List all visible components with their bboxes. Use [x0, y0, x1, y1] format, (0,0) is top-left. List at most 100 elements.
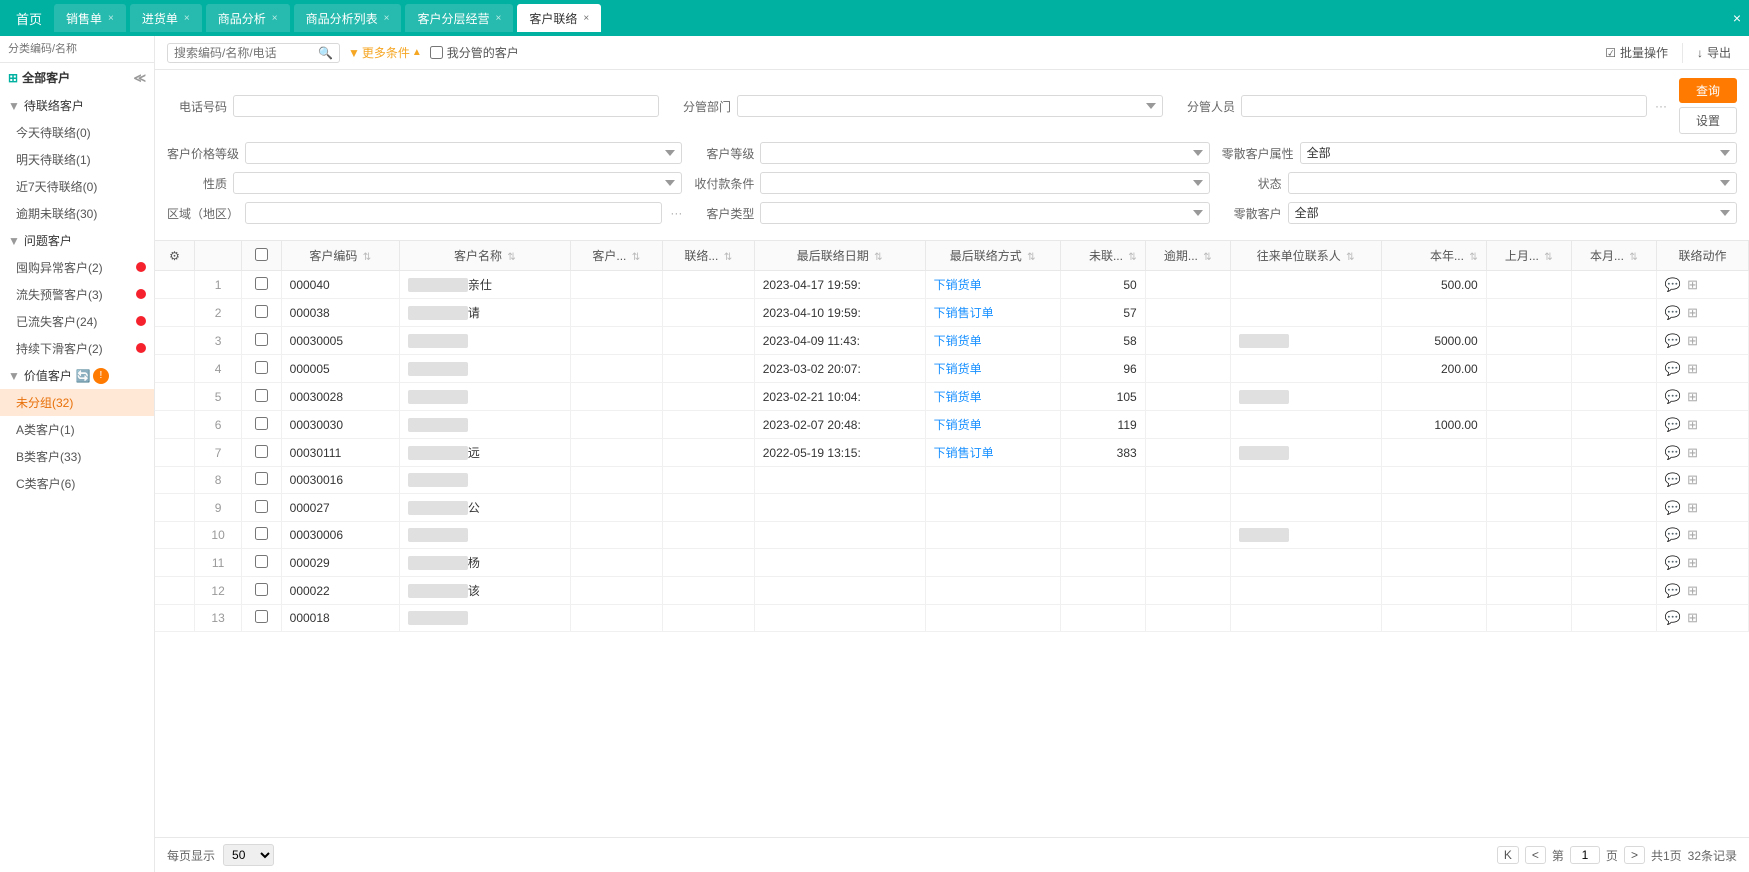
- customer-level-select[interactable]: [760, 142, 1209, 164]
- more-action-icon[interactable]: ⊞: [1687, 555, 1698, 571]
- close-product-analysis-icon[interactable]: ×: [272, 13, 278, 24]
- tab-product-list[interactable]: 商品分析列表 ×: [294, 4, 402, 32]
- manager-more-icon[interactable]: ···: [1655, 99, 1667, 113]
- more-action-icon[interactable]: ⊞: [1687, 277, 1698, 293]
- row-checkbox[interactable]: [255, 583, 268, 596]
- row-checkbox[interactable]: [255, 333, 268, 346]
- sidebar-search-input[interactable]: [8, 43, 150, 55]
- last-contact-method[interactable]: [925, 522, 1060, 549]
- last-contact-method[interactable]: 下销货单: [925, 271, 1060, 299]
- row-checkbox[interactable]: [255, 389, 268, 402]
- chat-icon[interactable]: 💬: [1665, 500, 1681, 516]
- row-checkbox[interactable]: [255, 500, 268, 513]
- export-btn[interactable]: ↓ 导出: [1691, 42, 1737, 63]
- last-method-sort-icon[interactable]: ⇅: [1027, 252, 1035, 263]
- more-action-icon[interactable]: ⊞: [1687, 417, 1698, 433]
- chat-icon[interactable]: 💬: [1665, 555, 1681, 571]
- chat-icon[interactable]: 💬: [1665, 333, 1681, 349]
- last-contact-method[interactable]: 下销货单: [925, 411, 1060, 439]
- collapse-icon[interactable]: ≪: [133, 71, 146, 85]
- sidebar-item-c-class[interactable]: C类客户(6): [0, 470, 154, 497]
- no-contact-sort-icon[interactable]: ⇅: [1128, 252, 1136, 263]
- batch-ops-btn[interactable]: ☑ 批量操作: [1599, 42, 1674, 63]
- more-action-icon[interactable]: ⊞: [1687, 333, 1698, 349]
- contact-col-header[interactable]: 联络... ⇅: [662, 241, 754, 271]
- unit-contact-sort-icon[interactable]: ⇅: [1346, 252, 1354, 263]
- value-customer-group[interactable]: ▼ 价值客户 🔄 !: [0, 362, 154, 389]
- page-number-input[interactable]: [1570, 846, 1600, 864]
- last-contact-method[interactable]: 下销货单: [925, 327, 1060, 355]
- phone-input[interactable]: [233, 95, 659, 117]
- sidebar-item-ungrouped[interactable]: 未分组(32): [0, 389, 154, 416]
- this-month-col-header[interactable]: 本月... ⇅: [1571, 241, 1656, 271]
- settings-col-header[interactable]: ⚙: [155, 241, 194, 271]
- tab-customer-contact[interactable]: 客户联络 ×: [517, 4, 601, 32]
- payment-select[interactable]: [760, 172, 1209, 194]
- sidebar-item-abnormal[interactable]: 囤购异常客户(2): [0, 254, 154, 281]
- data-table-container[interactable]: ⚙ 客户编码 ⇅ 客户名称 ⇅ 客户... ⇅: [155, 241, 1749, 837]
- close-purchase-icon[interactable]: ×: [184, 13, 190, 24]
- row-checkbox[interactable]: [255, 472, 268, 485]
- customer-type-select[interactable]: [760, 202, 1209, 224]
- more-conditions-btn[interactable]: ▼ 更多条件 ▲: [348, 44, 422, 61]
- query-button[interactable]: 查询: [1679, 78, 1737, 103]
- my-customers-input[interactable]: [430, 46, 443, 59]
- search-input[interactable]: [174, 46, 314, 60]
- close-sales-icon[interactable]: ×: [108, 13, 114, 24]
- region-more-icon[interactable]: ···: [670, 206, 682, 220]
- last-month-col-header[interactable]: 上月... ⇅: [1486, 241, 1571, 271]
- chat-icon[interactable]: 💬: [1665, 361, 1681, 377]
- last-month-sort-icon[interactable]: ⇅: [1544, 252, 1552, 263]
- status-select[interactable]: [1288, 172, 1737, 194]
- chat-icon[interactable]: 💬: [1665, 610, 1681, 626]
- this-year-sort-icon[interactable]: ⇅: [1469, 252, 1477, 263]
- region-input[interactable]: [245, 202, 662, 224]
- reset-button[interactable]: 设置: [1679, 107, 1737, 134]
- last-contact-method[interactable]: [925, 549, 1060, 577]
- sidebar-item-loss-warning[interactable]: 流失预警客户(3): [0, 281, 154, 308]
- next-page-btn[interactable]: >: [1624, 846, 1645, 864]
- code-col-header[interactable]: 客户编码 ⇅: [281, 241, 399, 271]
- retail-attr-select[interactable]: 全部: [1300, 142, 1737, 164]
- tab-customer-tier[interactable]: 客户分层经营 ×: [405, 4, 513, 32]
- chat-icon[interactable]: 💬: [1665, 583, 1681, 599]
- first-page-btn[interactable]: K: [1497, 846, 1519, 864]
- close-all-icon[interactable]: ×: [1733, 10, 1741, 26]
- row-checkbox[interactable]: [255, 527, 268, 540]
- last-contact-method[interactable]: [925, 467, 1060, 494]
- retail-customer-select[interactable]: 全部: [1288, 202, 1737, 224]
- problem-customer-group[interactable]: ▼ 问题客户: [0, 227, 154, 254]
- this-year-col-header[interactable]: 本年... ⇅: [1381, 241, 1486, 271]
- row-checkbox[interactable]: [255, 555, 268, 568]
- close-customer-tier-icon[interactable]: ×: [495, 13, 501, 24]
- chat-icon[interactable]: 💬: [1665, 445, 1681, 461]
- last-method-link[interactable]: 下销货单: [934, 390, 982, 404]
- more-action-icon[interactable]: ⊞: [1687, 305, 1698, 321]
- chat-icon[interactable]: 💬: [1665, 389, 1681, 405]
- home-tab[interactable]: 首页: [8, 9, 50, 28]
- last-contact-method[interactable]: [925, 577, 1060, 605]
- last-date-sort-icon[interactable]: ⇅: [874, 252, 882, 263]
- tab-purchase[interactable]: 进货单 ×: [130, 4, 202, 32]
- price-level-select[interactable]: [245, 142, 682, 164]
- select-all-checkbox[interactable]: [255, 248, 268, 261]
- more-action-icon[interactable]: ⊞: [1687, 527, 1698, 543]
- last-method-link[interactable]: 下销售订单: [934, 306, 994, 320]
- row-checkbox[interactable]: [255, 305, 268, 318]
- close-product-list-icon[interactable]: ×: [384, 13, 390, 24]
- chat-icon[interactable]: 💬: [1665, 472, 1681, 488]
- row-checkbox[interactable]: [255, 610, 268, 623]
- dept-select[interactable]: [737, 95, 1163, 117]
- name-sort-icon[interactable]: ⇅: [507, 252, 515, 263]
- page-size-select[interactable]: 20 50 100: [223, 844, 274, 866]
- sidebar-item-tomorrow[interactable]: 明天待联络(1): [0, 146, 154, 173]
- more-action-icon[interactable]: ⊞: [1687, 389, 1698, 405]
- last-contact-method[interactable]: 下销货单: [925, 355, 1060, 383]
- my-customers-checkbox[interactable]: 我分管的客户: [430, 44, 519, 61]
- row-checkbox[interactable]: [255, 361, 268, 374]
- sidebar-item-overdue[interactable]: 逾期未联络(30): [0, 200, 154, 227]
- overdue-sort-icon[interactable]: ⇅: [1203, 252, 1211, 263]
- chat-icon[interactable]: 💬: [1665, 527, 1681, 543]
- last-method-col-header[interactable]: 最后联络方式 ⇅: [925, 241, 1060, 271]
- last-contact-method[interactable]: [925, 605, 1060, 632]
